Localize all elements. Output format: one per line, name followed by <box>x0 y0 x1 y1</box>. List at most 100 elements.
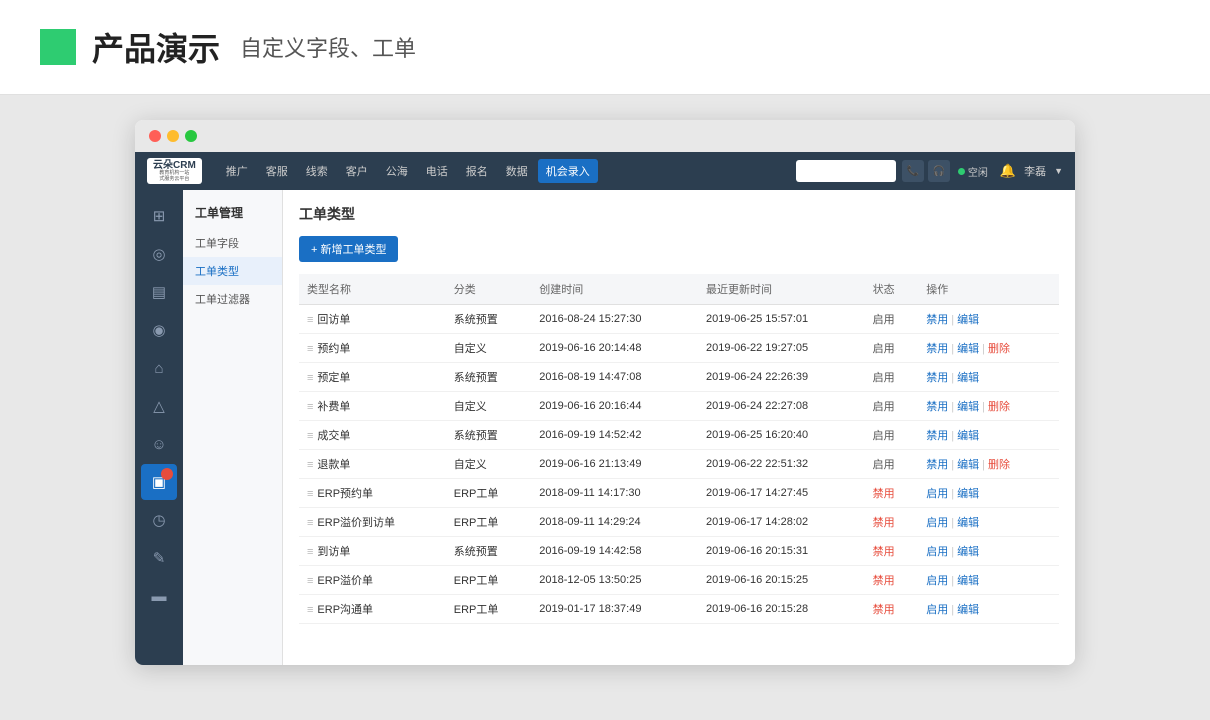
cell-name: ≡预约单 <box>299 334 446 363</box>
action-启用[interactable]: 启用 <box>926 488 948 500</box>
sub-sidebar-item-fields[interactable]: 工单字段 <box>183 229 282 257</box>
action-separator: | <box>951 517 954 529</box>
table-row: ≡ERP溢价单ERP工单2018-12-05 13:50:252019-06-1… <box>299 566 1059 595</box>
action-禁用[interactable]: 禁用 <box>926 459 948 471</box>
action-删除[interactable]: 删除 <box>988 459 1010 471</box>
sidebar-icon-chart[interactable]: ▤ <box>141 274 177 310</box>
action-separator: | <box>982 343 985 355</box>
table-row: ≡退款单自定义2019-06-16 21:13:492019-06-22 22:… <box>299 450 1059 479</box>
cell-updated: 2019-06-16 20:15:25 <box>698 566 865 595</box>
cell-actions: 启用|编辑 <box>918 537 1059 566</box>
action-编辑[interactable]: 编辑 <box>957 604 979 616</box>
action-编辑[interactable]: 编辑 <box>957 372 979 384</box>
action-编辑[interactable]: 编辑 <box>957 488 979 500</box>
cell-updated: 2019-06-17 14:28:02 <box>698 508 865 537</box>
cell-created: 2019-01-17 18:37:49 <box>531 595 698 624</box>
action-启用[interactable]: 启用 <box>926 517 948 529</box>
table-row: ≡补费单自定义2019-06-16 20:16:442019-06-24 22:… <box>299 392 1059 421</box>
action-编辑[interactable]: 编辑 <box>957 517 979 529</box>
nav-item-kehu[interactable]: 客户 <box>338 159 376 183</box>
cell-status: 启用 <box>865 363 919 392</box>
action-编辑[interactable]: 编辑 <box>957 430 979 442</box>
action-separator: | <box>951 459 954 471</box>
row-handle-icon: ≡ <box>307 314 313 326</box>
nav-item-jiyilu[interactable]: 机会录入 <box>538 159 598 183</box>
action-编辑[interactable]: 编辑 <box>957 343 979 355</box>
cell-name: ≡到访单 <box>299 537 446 566</box>
action-禁用[interactable]: 禁用 <box>926 401 948 413</box>
dot-green[interactable] <box>185 130 197 142</box>
sub-sidebar-title: 工单管理 <box>183 198 282 229</box>
action-禁用[interactable]: 禁用 <box>926 372 948 384</box>
sub-sidebar-item-filters[interactable]: 工单过滤器 <box>183 285 282 313</box>
action-删除[interactable]: 删除 <box>988 343 1010 355</box>
cell-updated: 2019-06-17 14:27:45 <box>698 479 865 508</box>
dot-yellow[interactable] <box>167 130 179 142</box>
nav-item-dianhua[interactable]: 电话 <box>418 159 456 183</box>
action-separator: | <box>951 401 954 413</box>
action-separator: | <box>982 401 985 413</box>
action-禁用[interactable]: 禁用 <box>926 343 948 355</box>
action-编辑[interactable]: 编辑 <box>957 575 979 587</box>
sidebar-icon-pencil[interactable]: ✎ <box>141 540 177 576</box>
nav-headset-icon[interactable]: 🎧 <box>928 160 950 182</box>
sidebar-icon-card[interactable]: ▬ <box>141 578 177 614</box>
cell-status: 启用 <box>865 450 919 479</box>
status-dot <box>958 168 965 175</box>
cell-category: ERP工单 <box>446 595 532 624</box>
sidebar-icon-home[interactable]: ⌂ <box>141 350 177 386</box>
nav-dropdown-icon[interactable]: ▼ <box>1054 166 1063 176</box>
nav-item-tuiguang[interactable]: 推广 <box>218 159 256 183</box>
sidebar-icon-ticket[interactable]: ▣ <box>141 464 177 500</box>
sidebar-icon-clock[interactable]: ◷ <box>141 502 177 538</box>
table-row: ≡预约单自定义2019-06-16 20:14:482019-06-22 19:… <box>299 334 1059 363</box>
cell-created: 2018-12-05 13:50:25 <box>531 566 698 595</box>
sidebar-icon-grid[interactable]: ⊞ <box>141 198 177 234</box>
action-删除[interactable]: 删除 <box>988 401 1010 413</box>
cell-category: 系统预置 <box>446 363 532 392</box>
cell-actions: 禁用|编辑|删除 <box>918 392 1059 421</box>
cell-category: 系统预置 <box>446 537 532 566</box>
action-separator: | <box>951 343 954 355</box>
cell-status: 禁用 <box>865 566 919 595</box>
action-编辑[interactable]: 编辑 <box>957 546 979 558</box>
cell-status: 启用 <box>865 305 919 334</box>
action-启用[interactable]: 启用 <box>926 546 948 558</box>
nav-item-baoming[interactable]: 报名 <box>458 159 496 183</box>
sub-sidebar-item-types[interactable]: 工单类型 <box>183 257 282 285</box>
cell-actions: 启用|编辑 <box>918 595 1059 624</box>
col-name: 类型名称 <box>299 274 446 305</box>
add-type-button[interactable]: + 新增工单类型 <box>299 236 398 262</box>
cell-category: ERP工单 <box>446 508 532 537</box>
action-编辑[interactable]: 编辑 <box>957 314 979 326</box>
nav-item-shuju[interactable]: 数据 <box>498 159 536 183</box>
cell-created: 2019-06-16 21:13:49 <box>531 450 698 479</box>
nav-item-kefu[interactable]: 客服 <box>258 159 296 183</box>
cell-actions: 禁用|编辑|删除 <box>918 334 1059 363</box>
sidebar-icon-bell[interactable]: △ <box>141 388 177 424</box>
nav-phone-icon[interactable]: 📞 <box>902 160 924 182</box>
nav-bell-icon[interactable]: 🔔 <box>1000 163 1016 179</box>
action-禁用[interactable]: 禁用 <box>926 430 948 442</box>
dot-red[interactable] <box>149 130 161 142</box>
cell-updated: 2019-06-24 22:26:39 <box>698 363 865 392</box>
action-启用[interactable]: 启用 <box>926 604 948 616</box>
cell-created: 2016-08-19 14:47:08 <box>531 363 698 392</box>
action-编辑[interactable]: 编辑 <box>957 401 979 413</box>
action-启用[interactable]: 启用 <box>926 575 948 587</box>
action-编辑[interactable]: 编辑 <box>957 459 979 471</box>
types-table: 类型名称 分类 创建时间 最近更新时间 状态 操作 ≡回访单系统预置2016-0… <box>299 274 1059 624</box>
banner-subtitle: 自定义字段、工单 <box>240 31 416 63</box>
sidebar-icon-shield[interactable]: ◎ <box>141 236 177 272</box>
action-禁用[interactable]: 禁用 <box>926 314 948 326</box>
nav-item-gonghai[interactable]: 公海 <box>378 159 416 183</box>
top-nav: 云朵CRM 教育机构一站 式服务云平台 推广 客服 线索 客户 公海 电话 报名… <box>135 152 1075 190</box>
sidebar-icon-user[interactable]: ☺ <box>141 426 177 462</box>
main-area: 云朵CRM 教育机构一站 式服务云平台 推广 客服 线索 客户 公海 电话 报名… <box>0 95 1210 720</box>
cell-created: 2019-06-16 20:16:44 <box>531 392 698 421</box>
nav-item-xiansuo[interactable]: 线索 <box>298 159 336 183</box>
status-badge: 启用 <box>873 343 895 355</box>
action-separator: | <box>951 372 954 384</box>
col-category: 分类 <box>446 274 532 305</box>
sidebar-icon-target[interactable]: ◉ <box>141 312 177 348</box>
